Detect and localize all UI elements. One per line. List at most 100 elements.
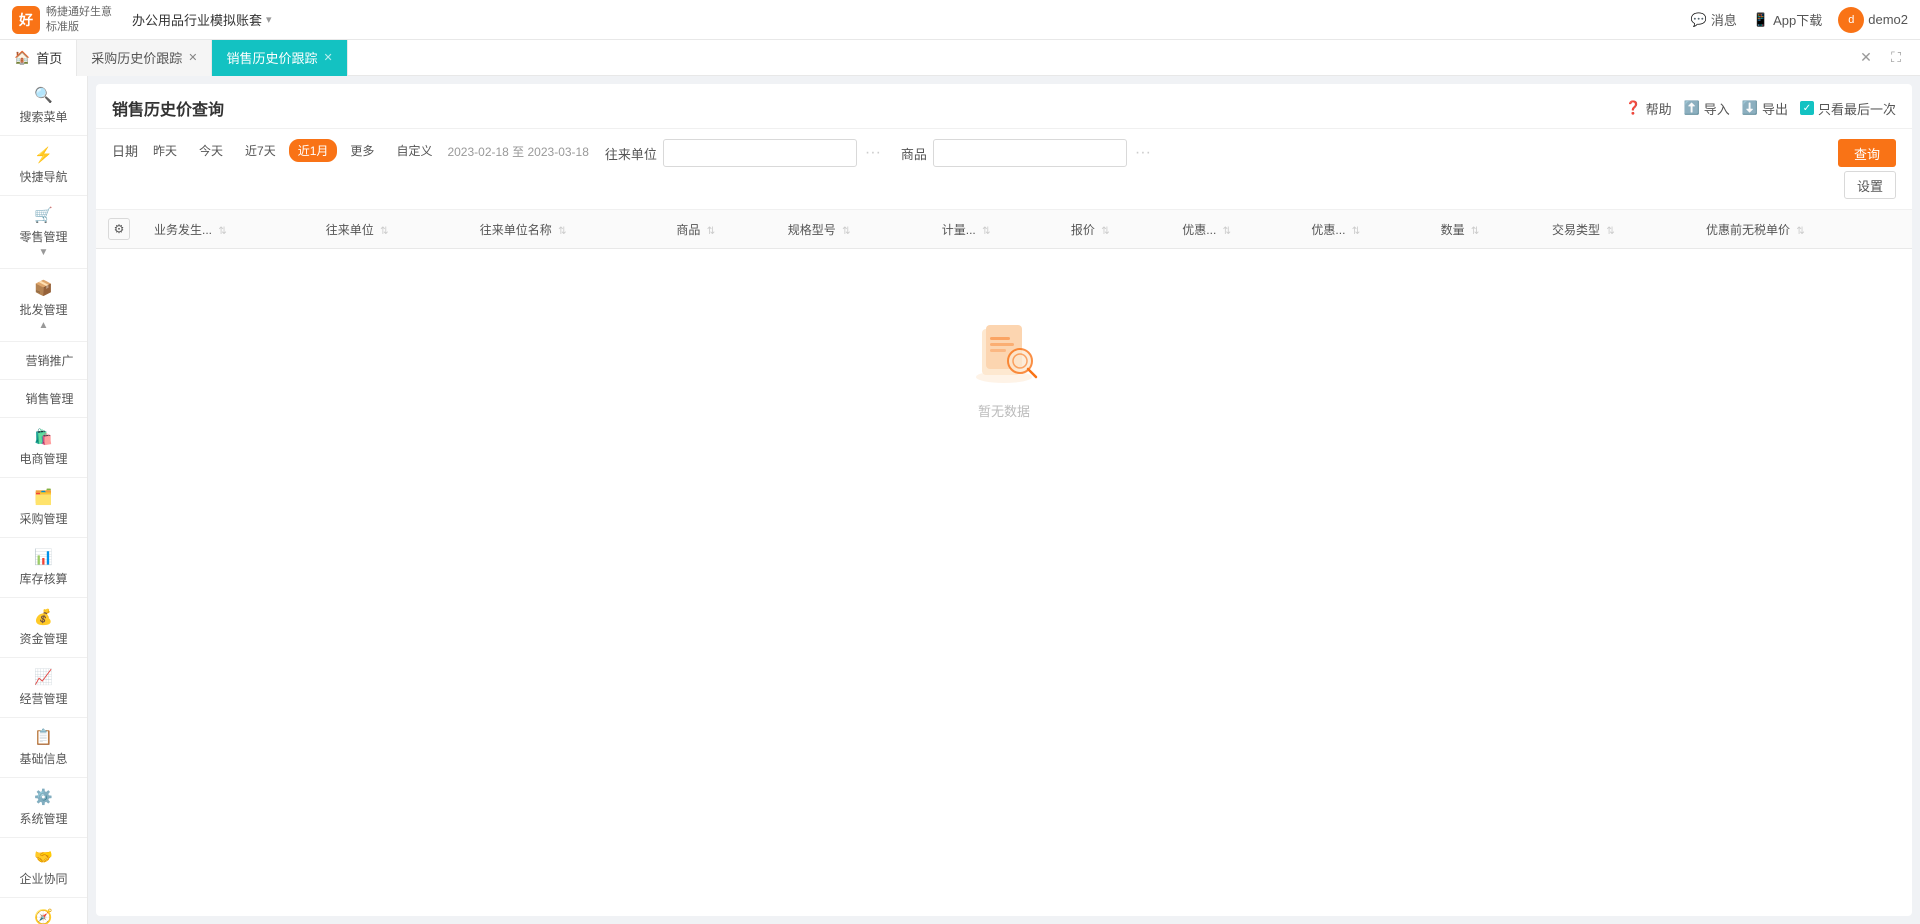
logo-icon: 好 <box>12 6 40 34</box>
sidebar-item-finance[interactable]: 💰 资金管理 <box>0 598 87 658</box>
query-button[interactable]: 查询 <box>1838 139 1896 167</box>
empty-text: 暂无数据 <box>978 401 1030 420</box>
date-filter-group: 日期 昨天 今天 近7天 近1月 更多 自定义 2023-02-18 至 202… <box>112 139 589 162</box>
col-partner-name[interactable]: 往来单位名称 ⇅ <box>468 210 665 249</box>
close-tab-sales[interactable]: ✕ <box>323 51 332 64</box>
table-container: ⚙ 业务发生... ⇅ 往来单位 ⇅ 往来单位名称 <box>96 210 1912 916</box>
partner-dots-btn[interactable]: ··· <box>861 142 885 164</box>
empty-state: 暂无数据 <box>96 249 1912 480</box>
main-layout: 🔍 搜索菜单 ⚡ 快捷导航 🛒 零售管理 ▼ 📦 批发管理 ▲ 营销推广 销售管… <box>0 76 1920 924</box>
logo-area: 好 畅捷通好生意 标准版 <box>12 5 112 34</box>
sidebar-item-operations[interactable]: 📈 经营管理 <box>0 658 87 718</box>
col-quote[interactable]: 报价 ⇅ <box>1059 210 1170 249</box>
sort-icon: ⇅ <box>1471 226 1479 237</box>
settings-button[interactable]: 设置 <box>1844 171 1896 199</box>
export-btn[interactable]: ⬇️ 导出 <box>1742 99 1788 118</box>
ecommerce-icon: 🛍️ <box>34 428 53 446</box>
filter-bar: 日期 昨天 今天 近7天 近1月 更多 自定义 2023-02-18 至 202… <box>96 129 1912 210</box>
tab-purchase-history[interactable]: 采购历史价跟踪 ✕ <box>77 40 212 76</box>
checkbox-icon: ✓ <box>1800 101 1814 115</box>
app-download-btn[interactable]: 📱 App下载 <box>1753 10 1822 29</box>
date-btn-7days[interactable]: 近7天 <box>236 139 285 162</box>
date-btn-today[interactable]: 今天 <box>190 139 232 162</box>
partner-input[interactable] <box>663 139 857 167</box>
col-spec[interactable]: 规格型号 ⇅ <box>776 210 930 249</box>
app-selector[interactable]: 办公用品行业模拟账套 ▾ <box>132 10 272 29</box>
chevron-up-icon: ▲ <box>39 320 49 331</box>
sidebar-item-guide[interactable]: 🧭 新手引导 <box>0 898 87 924</box>
column-settings-btn[interactable]: ⚙ <box>108 218 130 240</box>
sidebar-item-shortcut[interactable]: ⚡ 快捷导航 <box>0 136 87 196</box>
col-discount2[interactable]: 优惠... ⇅ <box>1299 210 1428 249</box>
col-partner-code[interactable]: 往来单位 ⇅ <box>314 210 468 249</box>
maximize-btn[interactable]: ⛶ <box>1884 46 1908 70</box>
date-btn-yesterday[interactable]: 昨天 <box>144 139 186 162</box>
date-btn-1month[interactable]: 近1月 <box>289 139 338 162</box>
sidebar-item-inventory[interactable]: 📊 库存核算 <box>0 538 87 598</box>
date-btn-more[interactable]: 更多 <box>341 139 383 162</box>
goods-input-group: ··· <box>933 139 1155 167</box>
sidebar-item-marketing[interactable]: 营销推广 <box>0 342 87 380</box>
topbar-right: 💬 消息 📱 App下载 d demo2 <box>1691 7 1908 33</box>
tab-home[interactable]: 🏠 首页 <box>0 40 77 76</box>
finance-icon: 💰 <box>34 608 53 626</box>
sidebar-item-search[interactable]: 🔍 搜索菜单 <box>0 76 87 136</box>
empty-illustration <box>964 309 1044 389</box>
col-biz-date[interactable]: 业务发生... ⇅ <box>142 210 314 249</box>
operations-icon: 📈 <box>34 668 53 686</box>
col-trade-type[interactable]: 交易类型 ⇅ <box>1540 210 1694 249</box>
sidebar-item-wholesale[interactable]: 📦 批发管理 ▲ <box>0 269 87 342</box>
date-options: 昨天 今天 近7天 近1月 更多 自定义 <box>144 139 441 162</box>
only-last-checkbox[interactable]: ✓ 只看最后一次 <box>1800 99 1896 118</box>
sort-icon: ⇅ <box>707 226 715 237</box>
goods-dots-btn[interactable]: ··· <box>1131 142 1155 164</box>
sort-icon: ⇅ <box>1101 226 1109 237</box>
tab-actions: ✕ ⛶ <box>1854 46 1920 70</box>
sidebar-item-ecommerce[interactable]: 🛍️ 电商管理 <box>0 418 87 478</box>
sidebar-item-enterprise[interactable]: 🤝 企业协同 <box>0 838 87 898</box>
tabbar: 🏠 首页 采购历史价跟踪 ✕ 销售历史价跟踪 ✕ ✕ ⛶ <box>0 40 1920 76</box>
sidebar-item-basic-info[interactable]: 📋 基础信息 <box>0 718 87 778</box>
avatar: d <box>1838 7 1864 33</box>
col-qty[interactable]: 数量 ⇅ <box>1429 210 1540 249</box>
guide-icon: 🧭 <box>34 908 53 924</box>
message-btn[interactable]: 💬 消息 <box>1691 10 1737 29</box>
col-goods[interactable]: 商品 ⇅ <box>664 210 775 249</box>
partner-filter-group: 往来单位 ··· <box>605 139 885 167</box>
topbar: 好 畅捷通好生意 标准版 办公用品行业模拟账套 ▾ 💬 消息 📱 App下载 d… <box>0 0 1920 40</box>
page-header: 销售历史价查询 ❓ 帮助 ⬆️ 导入 ⬇️ 导出 ✓ <box>96 84 1912 129</box>
sidebar-item-system[interactable]: ⚙️ 系统管理 <box>0 778 87 838</box>
date-btn-custom[interactable]: 自定义 <box>387 139 441 162</box>
date-label: 日期 <box>112 141 138 160</box>
user-profile[interactable]: d demo2 <box>1838 7 1908 33</box>
sort-icon: ⇅ <box>558 226 566 237</box>
sidebar-item-sales-mgmt[interactable]: 销售管理 <box>0 380 87 418</box>
content-area: 销售历史价查询 ❓ 帮助 ⬆️ 导入 ⬇️ 导出 ✓ <box>88 76 1920 924</box>
system-icon: ⚙️ <box>34 788 53 806</box>
sort-icon: ⇅ <box>842 226 850 237</box>
chevron-down-icon: ▼ <box>39 247 49 258</box>
table-header: ⚙ 业务发生... ⇅ 往来单位 ⇅ 往来单位名称 <box>96 210 1912 249</box>
page-container: 销售历史价查询 ❓ 帮助 ⬆️ 导入 ⬇️ 导出 ✓ <box>96 84 1912 916</box>
goods-input[interactable] <box>933 139 1127 167</box>
sort-icon: ⇅ <box>1606 226 1614 237</box>
message-icon: 💬 <box>1691 12 1707 28</box>
col-unit[interactable]: 计量... ⇅ <box>930 210 1059 249</box>
sidebar-item-purchase[interactable]: 🗂️ 采购管理 <box>0 478 87 538</box>
import-icon: ⬆️ <box>1684 100 1700 116</box>
sort-icon: ⇅ <box>380 226 388 237</box>
col-pre-tax-price[interactable]: 优惠前无税单价 ⇅ <box>1694 210 1912 249</box>
import-btn[interactable]: ⬆️ 导入 <box>1684 99 1730 118</box>
purchase-icon: 🗂️ <box>34 488 53 506</box>
date-range: 2023-02-18 至 2023-03-18 <box>447 143 588 160</box>
close-tab-purchase[interactable]: ✕ <box>188 51 197 64</box>
col-discount1[interactable]: 优惠... ⇅ <box>1170 210 1299 249</box>
logo-text: 畅捷通好生意 标准版 <box>46 5 112 34</box>
basic-info-icon: 📋 <box>34 728 53 746</box>
help-btn[interactable]: ❓ 帮助 <box>1625 99 1671 118</box>
home-icon: 🏠 <box>14 50 30 66</box>
close-all-tabs-btn[interactable]: ✕ <box>1854 46 1878 70</box>
download-icon: 📱 <box>1753 12 1769 28</box>
tab-sales-history[interactable]: 销售历史价跟踪 ✕ <box>212 40 347 76</box>
sidebar-item-retail[interactable]: 🛒 零售管理 ▼ <box>0 196 87 269</box>
